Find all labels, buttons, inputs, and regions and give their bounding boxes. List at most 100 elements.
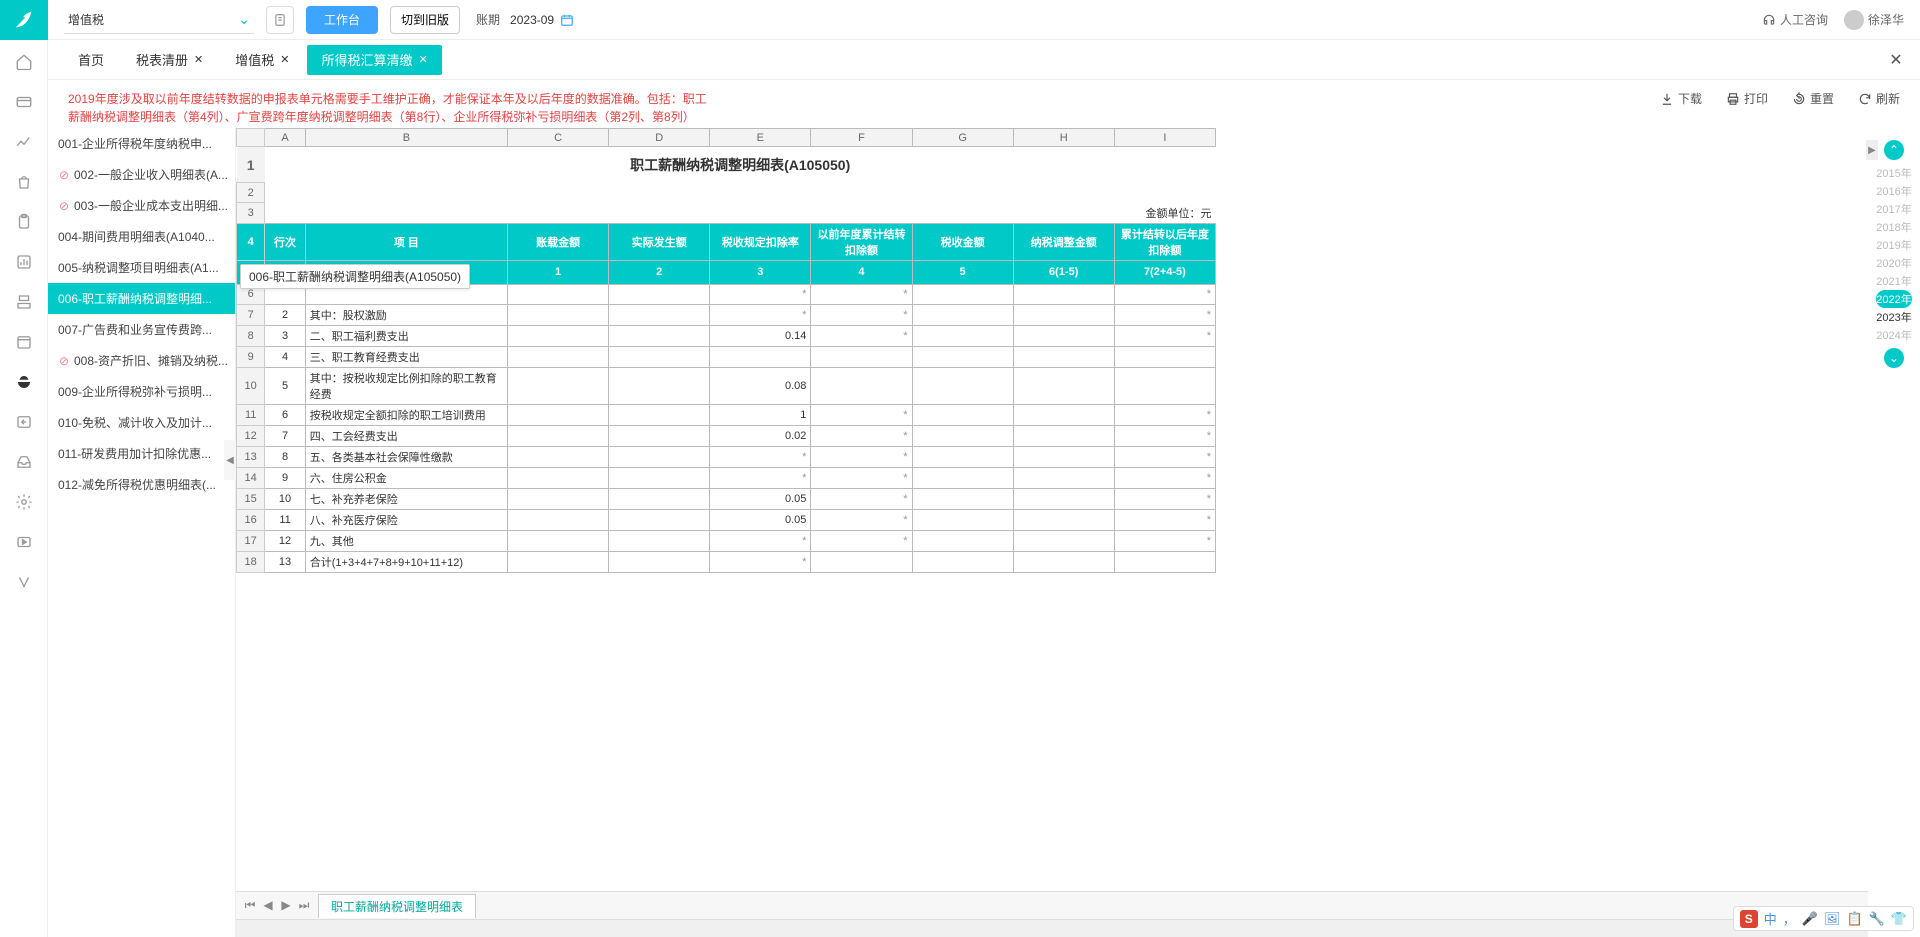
sheet-footer: ⏮ ◀ ▶ ⏭ 职工薪酬纳税调整明细表 — [236, 891, 1868, 919]
year-button[interactable]: 2023年 — [1876, 308, 1912, 326]
tab-tax-list[interactable]: 税表清册✕ — [122, 45, 217, 75]
close-all-tabs[interactable]: ✕ — [1884, 48, 1908, 72]
ime-clip-icon[interactable]: 📋 — [1846, 911, 1862, 927]
header-right: 人工咨询 徐泽华 — [1762, 10, 1920, 30]
form-list-item[interactable]: ⊘002-一般企业收入明细表(A... — [48, 159, 235, 190]
close-icon[interactable]: ✕ — [419, 53, 428, 66]
rail-report-icon[interactable] — [14, 252, 34, 272]
tax-type-dropdown[interactable]: 增值税 ⌄ — [64, 6, 254, 34]
rail-card-icon[interactable] — [14, 92, 34, 112]
ime-mic-icon[interactable]: 🎤 — [1802, 911, 1818, 927]
year-button[interactable]: 2016年 — [1876, 182, 1912, 200]
form-item-tooltip: 006-职工薪酬纳税调整明细表(A105050) — [240, 264, 470, 289]
table-row[interactable]: 94三、职工教育经费支出 — [237, 346, 1216, 367]
ime-punct[interactable]: ， — [1783, 909, 1796, 928]
rail-home-icon[interactable] — [14, 52, 34, 72]
table-row[interactable]: 1712九、其他*** — [237, 530, 1216, 551]
year-button[interactable]: 2020年 — [1876, 254, 1912, 272]
col-header-row: ABCDEFGHI — [237, 129, 1216, 147]
ime-lang[interactable]: 中 — [1764, 909, 1777, 928]
year-button[interactable]: 2022年 — [1876, 290, 1912, 308]
spreadsheet[interactable]: ABCDEFGHI 1职工薪酬纳税调整明细表(A105050)23金额单位：元4… — [236, 128, 1216, 573]
tab-vat[interactable]: 增值税✕ — [221, 45, 303, 75]
period-label: 账期 — [476, 11, 500, 28]
tab-home[interactable]: 首页 — [64, 45, 118, 75]
table-row[interactable]: 105其中：按税收规定比例扣除的职工教育经费0.08 — [237, 367, 1216, 404]
rail-v-icon[interactable] — [14, 572, 34, 592]
form-list-item[interactable]: 005-纳税调整项目明细表(A1... — [48, 252, 235, 283]
switch-old-button[interactable]: 切到旧版 — [390, 6, 460, 34]
nav-last-icon[interactable]: ⏭ — [296, 898, 312, 913]
table-row[interactable]: 127四、工会经费支出0.02** — [237, 425, 1216, 446]
spreadsheet-area: ABCDEFGHI 1职工薪酬纳税调整明细表(A105050)23金额单位：元4… — [236, 128, 1868, 937]
table-row[interactable]: 149六、住房公积金*** — [237, 467, 1216, 488]
rail-bowl-icon[interactable] — [14, 372, 34, 392]
collapse-handle[interactable]: ◀ — [224, 440, 236, 480]
rail-calendar-icon[interactable] — [14, 332, 34, 352]
table-row[interactable]: 1611八、补充医疗保险0.05** — [237, 509, 1216, 530]
rail-clipboard-icon[interactable] — [14, 212, 34, 232]
rail-chart-icon[interactable] — [14, 132, 34, 152]
print-button[interactable]: 打印 — [1726, 90, 1768, 107]
ime-tool-icon[interactable]: 🔧 — [1869, 911, 1885, 927]
scroll-up-icon[interactable]: ⌃ — [1884, 140, 1904, 160]
ime-skin-icon[interactable]: 👕 — [1891, 911, 1907, 927]
main-content: 001-企业所得税年度纳税申...⊘002-一般企业收入明细表(A...⊘003… — [48, 128, 1868, 937]
header: 增值税 ⌄ 工作台 切到旧版 账期 2023-09 人工咨询 徐泽华 — [0, 0, 1920, 40]
close-icon[interactable]: ✕ — [194, 53, 203, 66]
doc-icon-button[interactable] — [266, 6, 294, 34]
form-list-item[interactable]: 009-企业所得税弥补亏损明... — [48, 376, 235, 407]
year-button[interactable]: 2021年 — [1876, 272, 1912, 290]
nav-first-icon[interactable]: ⏮ — [242, 898, 258, 913]
close-icon[interactable]: ✕ — [280, 53, 289, 66]
rail-stamp-icon[interactable] — [14, 292, 34, 312]
table-row[interactable]: 83二、职工福利费支出0.14** — [237, 325, 1216, 346]
form-list-item[interactable]: 004-期间费用明细表(A1040... — [48, 221, 235, 252]
form-list-item[interactable]: ⊘003-一般企业成本支出明细... — [48, 190, 235, 221]
form-list-item[interactable]: 001-企业所得税年度纳税申... — [48, 128, 235, 159]
nav-next-icon[interactable]: ▶ — [278, 898, 294, 913]
rail-video-icon[interactable] — [14, 532, 34, 552]
logo[interactable] — [0, 0, 48, 40]
rail-gear-icon[interactable] — [14, 492, 34, 512]
document-icon — [273, 13, 287, 27]
year-button[interactable]: 2019年 — [1876, 236, 1912, 254]
rail-bag-icon[interactable] — [14, 172, 34, 192]
form-list-item[interactable]: 007-广告费和业务宣传费跨... — [48, 314, 235, 345]
table-row[interactable]: 1510七、补充养老保险0.05** — [237, 488, 1216, 509]
sheet-nav: ⏮ ◀ ▶ ⏭ — [236, 898, 318, 913]
rail-inbox-icon[interactable] — [14, 452, 34, 472]
period-picker[interactable]: 2023-09 — [510, 13, 574, 27]
consult-button[interactable]: 人工咨询 — [1762, 11, 1828, 28]
scroll-down-icon[interactable]: ⌄ — [1884, 348, 1904, 368]
year-button[interactable]: 2017年 — [1876, 200, 1912, 218]
year-button[interactable]: 2024年 — [1876, 326, 1912, 344]
table-row[interactable]: 1813合计(1+3+4+7+8+9+10+11+12)* — [237, 551, 1216, 572]
table-row[interactable]: 72其中：股权激励*** — [237, 304, 1216, 325]
refresh-button[interactable]: 刷新 — [1858, 90, 1900, 107]
download-button[interactable]: 下载 — [1660, 90, 1702, 107]
form-list-item[interactable]: 006-职工薪酬纳税调整明细... — [48, 283, 235, 314]
ime-toolbar[interactable]: S 中 ， 🎤 🖼 📋 🔧 👕 — [1733, 906, 1914, 931]
form-list-item[interactable]: 011-研发费用加计扣除优惠... — [48, 438, 235, 469]
tab-income-tax[interactable]: 所得税汇算清缴✕ — [307, 45, 441, 75]
nav-prev-icon[interactable]: ◀ — [260, 898, 276, 913]
form-list-item[interactable]: 010-免税、减计收入及加计... — [48, 407, 235, 438]
chevron-down-icon: ⌄ — [238, 11, 250, 28]
warn-icon: ⊘ — [58, 200, 70, 212]
form-list-item[interactable]: ⊘008-资产折旧、摊销及纳税... — [48, 345, 235, 376]
ime-pic-icon[interactable]: 🖼 — [1824, 911, 1841, 927]
reset-button[interactable]: 重置 — [1792, 90, 1834, 107]
sheet-tab[interactable]: 职工薪酬纳税调整明细表 — [318, 894, 476, 918]
user-menu[interactable]: 徐泽华 — [1844, 10, 1904, 30]
reset-icon — [1792, 92, 1806, 106]
year-button[interactable]: 2015年 — [1876, 164, 1912, 182]
table-row[interactable]: 138五、各类基本社会保障性缴款*** — [237, 446, 1216, 467]
table-row[interactable]: 116按税收规定全额扣除的职工培训费用1** — [237, 404, 1216, 425]
sheet-scroll[interactable]: ABCDEFGHI 1职工薪酬纳税调整明细表(A105050)23金额单位：元4… — [236, 128, 1868, 891]
form-list-item[interactable]: 012-减免所得税优惠明细表(... — [48, 469, 235, 500]
rail-refund-icon[interactable] — [14, 412, 34, 432]
workbench-button[interactable]: 工作台 — [306, 6, 378, 34]
year-button[interactable]: 2018年 — [1876, 218, 1912, 236]
headset-icon — [1762, 13, 1776, 27]
